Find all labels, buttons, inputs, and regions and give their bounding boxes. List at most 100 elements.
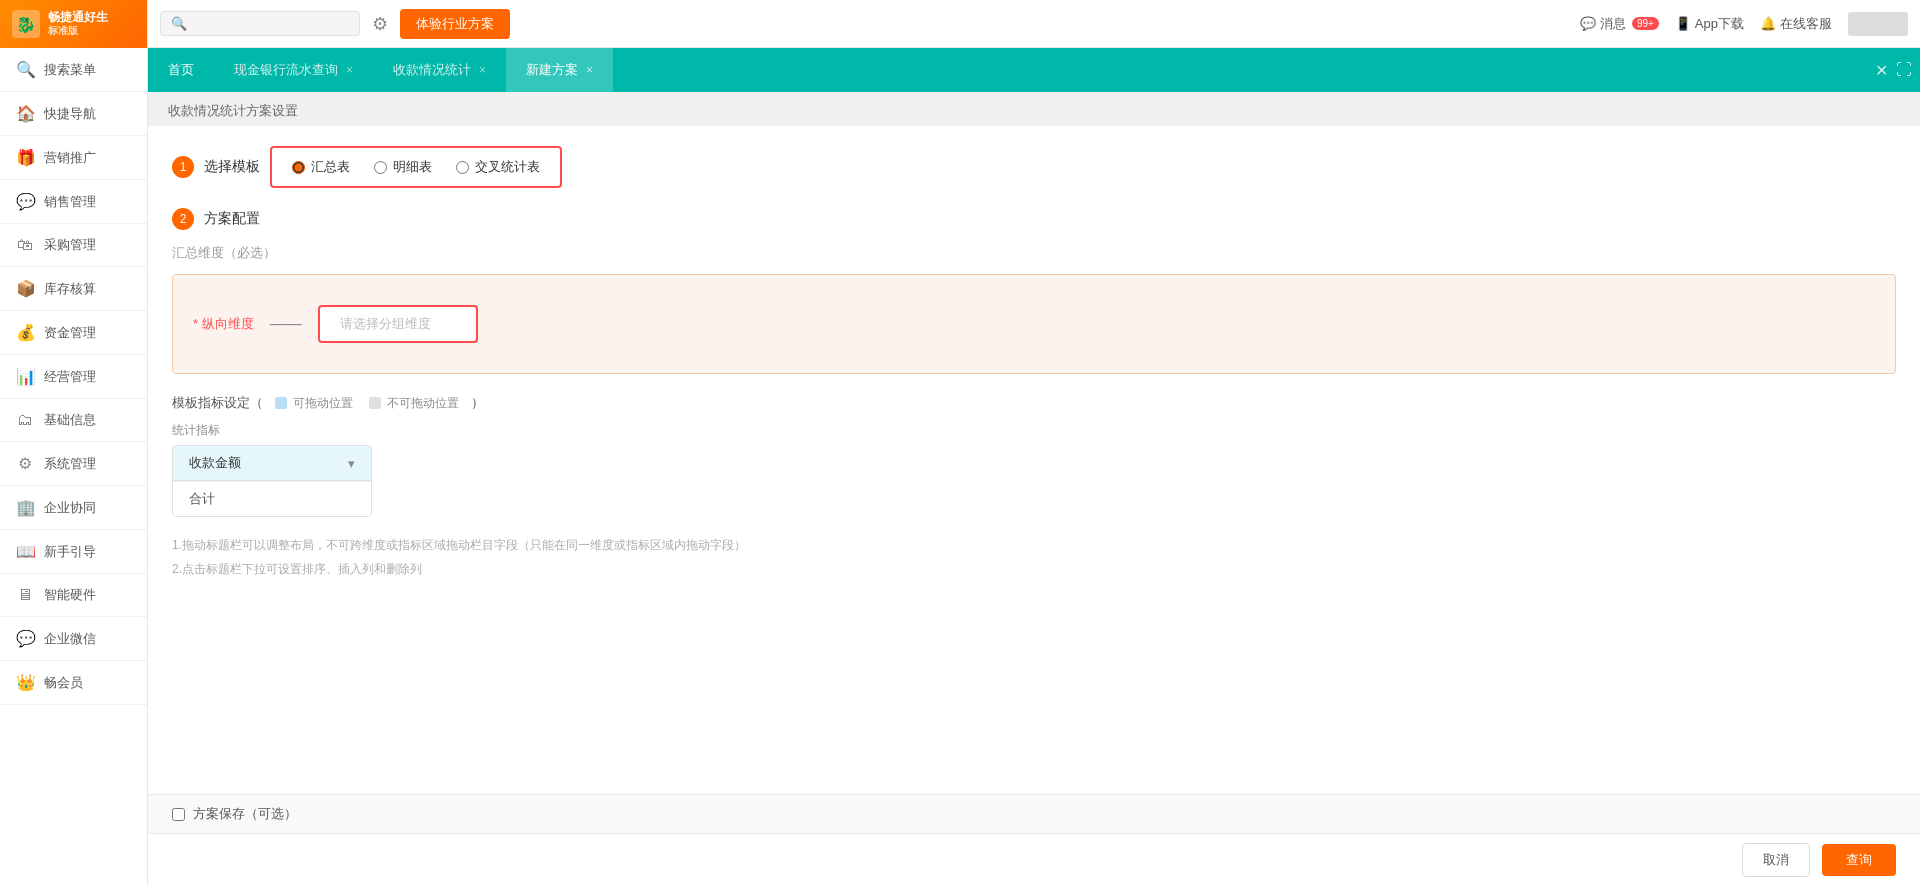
gear-icon[interactable]: ⚙ [372, 13, 388, 35]
sidebar-item-label: 企业微信 [44, 630, 96, 648]
action-bar: 取消 查询 [148, 833, 1920, 885]
industry-btn[interactable]: 体验行业方案 [400, 9, 510, 39]
legend-drag: 可拖动位置 [275, 395, 353, 412]
dim-select[interactable]: 请选择分组维度 [318, 305, 478, 343]
radio-detail[interactable]: 明细表 [374, 158, 432, 176]
folder-icon: 🗂 [16, 411, 34, 429]
sidebar-item-finance[interactable]: 💰 资金管理 [0, 311, 147, 355]
sidebar-item-sales[interactable]: 💬 销售管理 [0, 180, 147, 224]
radio-detail-label: 明细表 [393, 158, 432, 176]
save-checkbox[interactable] [172, 808, 185, 821]
monitor-icon: 🖥 [16, 586, 34, 604]
dropdown-arrow-icon[interactable]: ▾ [348, 456, 355, 471]
online-support-btn[interactable]: 🔔 在线客服 [1760, 15, 1832, 33]
sidebar-item-quick-nav[interactable]: 🏠 快捷导航 [0, 92, 147, 136]
download-icon: 📱 [1675, 16, 1691, 31]
vertical-dim-label: * 纵向维度 [193, 315, 254, 333]
radio-summary-label: 汇总表 [311, 158, 350, 176]
sidebar-item-guide[interactable]: 📖 新手引导 [0, 530, 147, 574]
radio-cross-label: 交叉统计表 [475, 158, 540, 176]
subtitle-text: 汇总维度（必选） [172, 245, 276, 260]
radio-summary-input[interactable] [292, 161, 305, 174]
sidebar-item-label: 销售管理 [44, 193, 96, 211]
radio-detail-input[interactable] [374, 161, 387, 174]
config-section: 汇总维度（必选） * 纵向维度 —— 请选择分组维度 [172, 244, 1896, 581]
tab-home-label: 首页 [168, 61, 194, 79]
step1-header: 1 选择模板 汇总表 明细表 [172, 146, 1896, 188]
tab-new[interactable]: 新建方案 × [506, 48, 613, 92]
sidebar-item-search[interactable]: 🔍 搜索菜单 [0, 48, 147, 92]
step2-section: 2 方案配置 汇总维度（必选） * 纵向维度 —— 请选择分组维度 [172, 208, 1896, 581]
cannot-drag-label: 不可拖动位置 [387, 395, 459, 412]
sidebar-item-label: 搜索菜单 [44, 61, 96, 79]
sidebar-item-member[interactable]: 👑 畅会员 [0, 661, 147, 705]
app-logo: 🐉 畅捷通好生 标准版 [0, 0, 147, 48]
logo-text: 畅捷通好生 [48, 10, 108, 24]
cancel-button[interactable]: 取消 [1742, 843, 1810, 877]
tab-stats[interactable]: 收款情况统计 × [373, 48, 506, 92]
dim-row: * 纵向维度 —— 请选择分组维度 [193, 305, 478, 343]
wechat-icon: 💬 [16, 629, 34, 648]
step1-badge: 1 [172, 156, 194, 178]
search-icon: 🔍 [171, 16, 187, 31]
template-selector: 汇总表 明细表 交叉统计表 [270, 146, 562, 188]
sidebar-item-hardware[interactable]: 🖥 智能硬件 [0, 574, 147, 617]
sidebar-item-enterprise[interactable]: 🏢 企业协同 [0, 486, 147, 530]
footer-save: 方案保存（可选） [148, 794, 1920, 833]
search-box[interactable]: 🔍 [160, 11, 360, 36]
stat-label: 统计指标 [172, 422, 220, 439]
radio-cross[interactable]: 交叉统计表 [456, 158, 540, 176]
radio-summary[interactable]: 汇总表 [292, 158, 350, 176]
app-download-btn[interactable]: 📱 App下载 [1675, 15, 1744, 33]
topbar: 🔍 ⚙ 体验行业方案 💬 消息 99+ 📱 App下载 🔔 在线客服 [148, 0, 1920, 48]
settings-icon: ⚙ [16, 454, 34, 473]
nodrag-color-swatch [369, 397, 381, 409]
tab-new-close[interactable]: × [586, 63, 593, 77]
sidebar-item-label: 营销推广 [44, 149, 96, 167]
step2-header: 2 方案配置 [172, 208, 1896, 230]
building-icon: 🏢 [16, 498, 34, 517]
notification-badge: 99+ [1632, 17, 1659, 30]
sidebar-item-label: 系统管理 [44, 455, 96, 473]
indicator-legend: 可拖动位置 不可拖动位置 [275, 395, 459, 412]
main-area: 🔍 ⚙ 体验行业方案 💬 消息 99+ 📱 App下载 🔔 在线客服 首页 [148, 0, 1920, 885]
sidebar-item-operations[interactable]: 📊 经营管理 [0, 355, 147, 399]
tab-bank-label: 现金银行流水查询 [234, 61, 338, 79]
indicator-table: 收款金额 ▾ 合计 [172, 445, 372, 517]
tab-stats-label: 收款情况统计 [393, 61, 471, 79]
sidebar-item-system[interactable]: ⚙ 系统管理 [0, 442, 147, 486]
sidebar-item-purchase[interactable]: 🛍 采购管理 [0, 224, 147, 267]
logo-sub: 标准版 [48, 24, 108, 38]
search-input[interactable] [193, 17, 333, 31]
dimension-area: * 纵向维度 —— 请选择分组维度 [172, 274, 1896, 374]
radio-cross-input[interactable] [456, 161, 469, 174]
app-download-label: App下载 [1695, 15, 1744, 33]
message-btn[interactable]: 💬 消息 99+ [1580, 15, 1659, 33]
content-body: 1 选择模板 汇总表 明细表 [148, 126, 1920, 794]
indicator-header: 模板指标设定（ 可拖动位置 不可拖动位置 [172, 394, 1896, 412]
tab-stats-close[interactable]: × [479, 63, 486, 77]
radio-group: 汇总表 明细表 交叉统计表 [292, 158, 540, 176]
sidebar-item-wechat[interactable]: 💬 企业微信 [0, 617, 147, 661]
query-button[interactable]: 查询 [1822, 844, 1896, 876]
close-window-btn[interactable]: ✕ [1875, 61, 1888, 80]
book-icon: 📖 [16, 542, 34, 561]
sidebar-item-label: 新手引导 [44, 543, 96, 561]
step2-badge: 2 [172, 208, 194, 230]
tab-bank-close[interactable]: × [346, 63, 353, 77]
tip1-text: 1.拖动标题栏可以调整布局，不可跨维度或指标区域拖动栏目字段（只能在同一维度或指… [172, 533, 1896, 557]
sidebar-item-inventory[interactable]: 📦 库存核算 [0, 267, 147, 311]
sidebar-item-basic[interactable]: 🗂 基础信息 [0, 399, 147, 442]
tab-bank[interactable]: 现金银行流水查询 × [214, 48, 373, 92]
maximize-btn[interactable]: ⛶ [1896, 61, 1912, 79]
legend-nodrag: 不可拖动位置 [369, 395, 459, 412]
online-support-label: 在线客服 [1780, 15, 1832, 33]
sidebar-item-marketing[interactable]: 🎁 营销推广 [0, 136, 147, 180]
bag-icon: 🛍 [16, 236, 34, 254]
support-icon: 🔔 [1760, 16, 1776, 31]
dim-arrow: —— [270, 315, 302, 333]
tab-home[interactable]: 首页 [148, 48, 214, 92]
chart-icon: 📊 [16, 367, 34, 386]
breadcrumb-text: 收款情况统计方案设置 [168, 103, 298, 118]
message-icon: 💬 [1580, 16, 1596, 31]
